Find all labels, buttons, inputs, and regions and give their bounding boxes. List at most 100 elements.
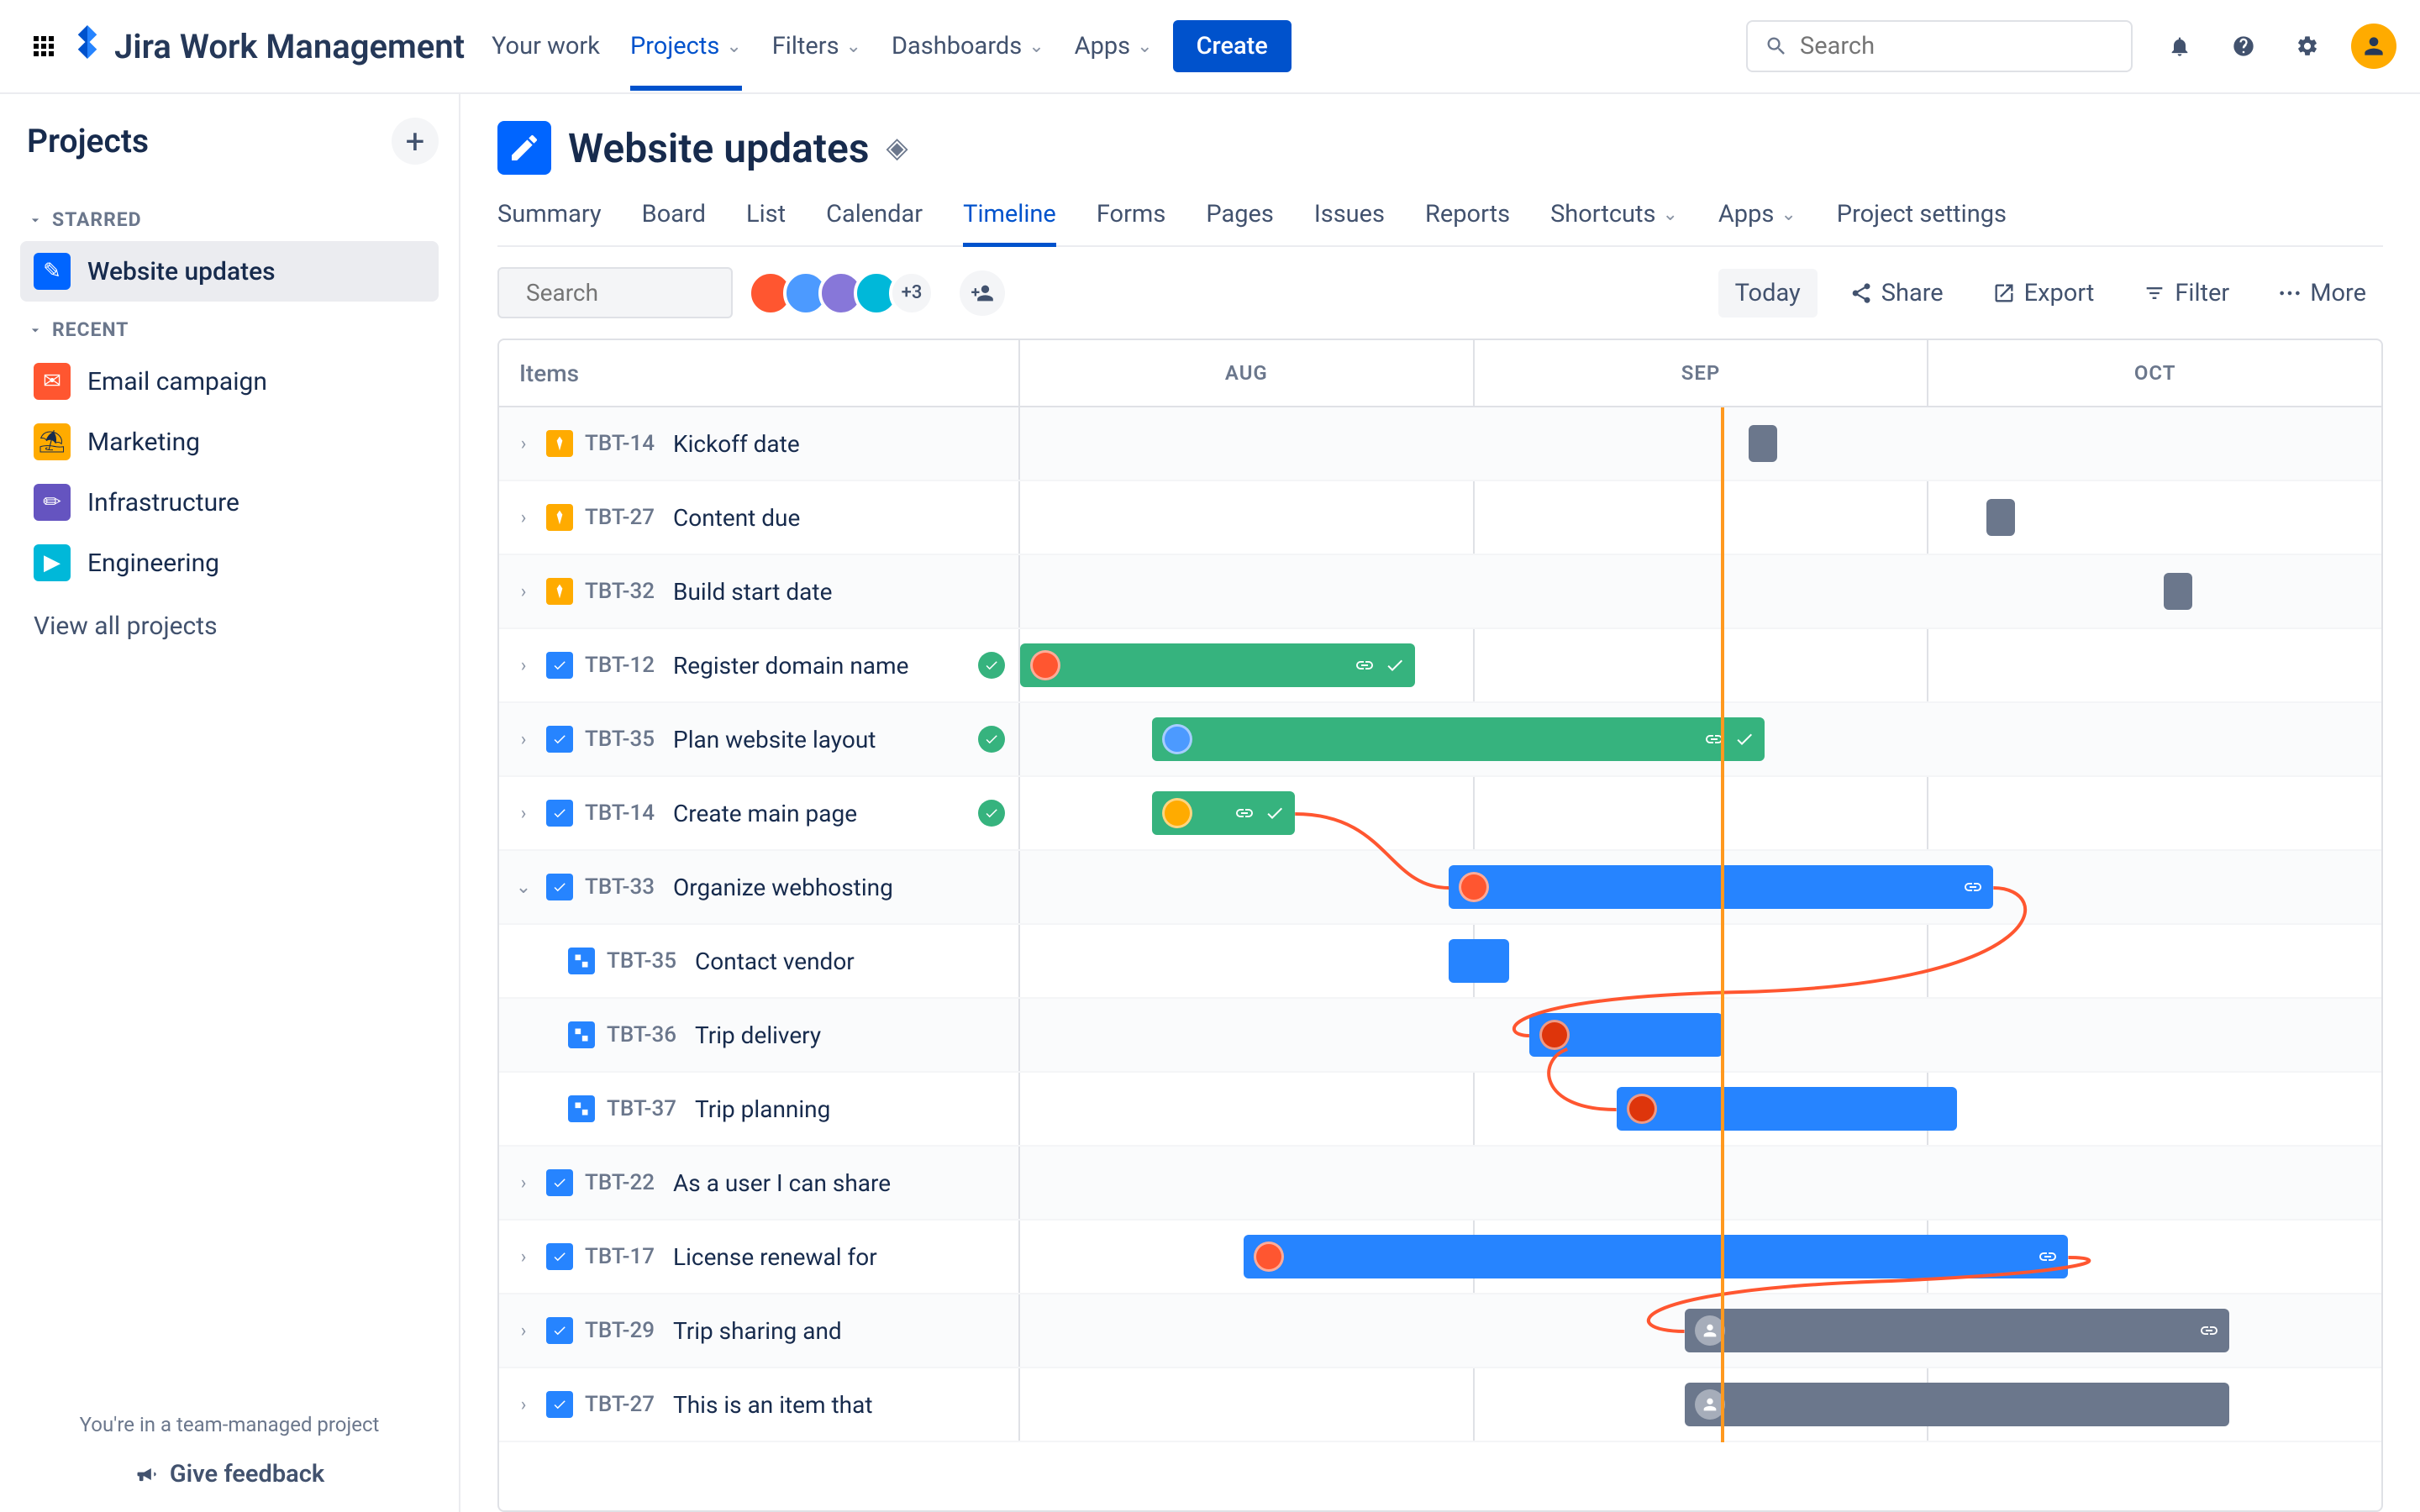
timeline-row[interactable]: ›TBT-32Build start date <box>499 555 2381 629</box>
timeline-bar[interactable] <box>1449 865 1993 909</box>
help-icon[interactable] <box>2223 26 2264 66</box>
tab-reports[interactable]: Reports <box>1425 200 1510 245</box>
tab-shortcuts[interactable]: Shortcuts⌄ <box>1550 200 1678 245</box>
sidebar-group-starred[interactable]: STARRED <box>27 208 439 231</box>
sidebar-item-marketing[interactable]: ⛱ Marketing <box>20 412 439 472</box>
expand-toggle-icon[interactable]: › <box>513 655 534 676</box>
timeline-row[interactable]: TBT-36Trip delivery <box>499 999 2381 1073</box>
avatar-more[interactable]: +3 <box>889 270 934 316</box>
issue-key[interactable]: TBT-35 <box>607 948 676 974</box>
global-search[interactable] <box>1746 20 2133 72</box>
issue-key[interactable]: TBT-17 <box>585 1244 655 1269</box>
sidebar-item-infrastructure[interactable]: ✏ Infrastructure <box>20 472 439 533</box>
create-button[interactable]: Create <box>1173 20 1292 72</box>
add-project-button[interactable]: + <box>392 118 439 165</box>
filter-button[interactable]: Filter <box>2126 269 2246 318</box>
give-feedback-button[interactable]: Give feedback <box>20 1460 439 1488</box>
tab-calendar[interactable]: Calendar <box>826 200 923 245</box>
app-switcher-icon[interactable] <box>24 26 64 66</box>
task-icon <box>546 652 573 679</box>
milestone-marker[interactable] <box>2164 573 2192 610</box>
user-avatar[interactable] <box>2351 24 2396 69</box>
subtask-icon <box>568 948 595 974</box>
issue-key[interactable]: TBT-27 <box>585 1392 655 1417</box>
tab-summary[interactable]: Summary <box>497 200 602 245</box>
issue-key[interactable]: TBT-14 <box>585 801 655 826</box>
expand-toggle-icon[interactable]: › <box>513 507 534 528</box>
product-logo[interactable]: Jira Work Management <box>71 24 465 68</box>
issue-key[interactable]: TBT-27 <box>585 505 655 530</box>
nav-link-dashboards[interactable]: Dashboards⌄ <box>892 2 1044 91</box>
timeline-row[interactable]: TBT-35Contact vendor <box>499 925 2381 999</box>
expand-toggle-icon[interactable]: › <box>513 729 534 750</box>
timeline-bar[interactable] <box>1020 643 1415 687</box>
notifications-icon[interactable] <box>2160 26 2200 66</box>
timeline-bar[interactable] <box>1617 1087 1957 1131</box>
timeline-row[interactable]: TBT-37Trip planning <box>499 1073 2381 1147</box>
task-icon <box>546 1169 573 1196</box>
tab-board[interactable]: Board <box>642 200 706 245</box>
timeline-row[interactable]: ›TBT-14Kickoff date <box>499 407 2381 481</box>
milestone-marker[interactable] <box>1986 499 2015 536</box>
tab-pages[interactable]: Pages <box>1206 200 1274 245</box>
issue-key[interactable]: TBT-12 <box>585 653 655 678</box>
issue-key[interactable]: TBT-22 <box>585 1170 655 1195</box>
sidebar-item-engineering[interactable]: ▶ Engineering <box>20 533 439 593</box>
timeline-row[interactable]: ›TBT-17License renewal for <box>499 1221 2381 1294</box>
more-button[interactable]: More <box>2261 269 2383 318</box>
timeline-row[interactable]: ⌄TBT-33Organize webhosting <box>499 851 2381 925</box>
timeline-row[interactable]: ›TBT-29Trip sharing and <box>499 1294 2381 1368</box>
expand-toggle-icon[interactable]: › <box>513 581 534 602</box>
timeline-bar[interactable] <box>1449 939 1508 983</box>
timeline-row[interactable]: ›TBT-12Register domain name <box>499 629 2381 703</box>
issue-key[interactable]: TBT-14 <box>585 431 655 456</box>
milestone-marker[interactable] <box>1749 425 1777 462</box>
nav-link-your-work[interactable]: Your work <box>492 2 600 91</box>
expand-toggle-icon[interactable]: › <box>513 433 534 454</box>
timeline-bar[interactable] <box>1529 1013 1723 1057</box>
timeline-bar[interactable] <box>1152 791 1295 835</box>
tab-project-settings[interactable]: Project settings <box>1837 200 2007 245</box>
issue-key[interactable]: TBT-33 <box>585 874 655 900</box>
today-button[interactable]: Today <box>1718 269 1818 318</box>
timeline-row[interactable]: ›TBT-14Create main page <box>499 777 2381 851</box>
expand-toggle-icon[interactable]: › <box>513 1247 534 1268</box>
tab-list[interactable]: List <box>746 200 786 245</box>
issue-key[interactable]: TBT-36 <box>607 1022 676 1047</box>
settings-icon[interactable] <box>2287 26 2328 66</box>
timeline-row[interactable]: ›TBT-35Plan website layout <box>499 703 2381 777</box>
expand-toggle-icon[interactable]: ⌄ <box>513 877 534 898</box>
sidebar-group-recent[interactable]: RECENT <box>27 318 439 341</box>
issue-key[interactable]: TBT-35 <box>585 727 655 752</box>
add-person-button[interactable] <box>960 270 1005 316</box>
timeline-row[interactable]: ›TBT-27This is an item that <box>499 1368 2381 1442</box>
nav-link-apps[interactable]: Apps⌄ <box>1075 2 1153 91</box>
export-button[interactable]: Export <box>1975 269 2112 318</box>
search-input[interactable] <box>1800 32 2114 60</box>
tab-issues[interactable]: Issues <box>1314 200 1385 245</box>
share-button[interactable]: Share <box>1833 269 1960 318</box>
timeline-bar[interactable] <box>1685 1383 2229 1426</box>
sidebar-item-website-updates[interactable]: ✎ Website updates <box>20 241 439 302</box>
tab-forms[interactable]: Forms <box>1097 200 1166 245</box>
timeline-row[interactable]: ›TBT-22As a user I can share <box>499 1147 2381 1221</box>
tab-timeline[interactable]: Timeline <box>963 200 1056 245</box>
customize-icon[interactable]: ◈ <box>886 131 908 165</box>
view-all-projects-link[interactable]: View all projects <box>20 600 439 653</box>
tab-apps[interactable]: Apps⌄ <box>1718 200 1797 245</box>
timeline-bar[interactable] <box>1244 1235 2069 1278</box>
sidebar-item-email-campaign[interactable]: ✉ Email campaign <box>20 351 439 412</box>
issue-key[interactable]: TBT-37 <box>607 1096 676 1121</box>
timeline-row[interactable]: ›TBT-27Content due <box>499 481 2381 555</box>
issue-key[interactable]: TBT-29 <box>585 1318 655 1343</box>
nav-link-projects[interactable]: Projects⌄ <box>630 2 742 91</box>
issue-key[interactable]: TBT-32 <box>585 579 655 604</box>
timeline-bar[interactable] <box>1152 717 1765 761</box>
expand-toggle-icon[interactable]: › <box>513 803 534 824</box>
expand-toggle-icon[interactable]: › <box>513 1173 534 1194</box>
timeline-search[interactable] <box>497 267 733 318</box>
expand-toggle-icon[interactable]: › <box>513 1394 534 1415</box>
timeline-bar[interactable] <box>1685 1309 2229 1352</box>
expand-toggle-icon[interactable]: › <box>513 1320 534 1341</box>
nav-link-filters[interactable]: Filters⌄ <box>772 2 861 91</box>
